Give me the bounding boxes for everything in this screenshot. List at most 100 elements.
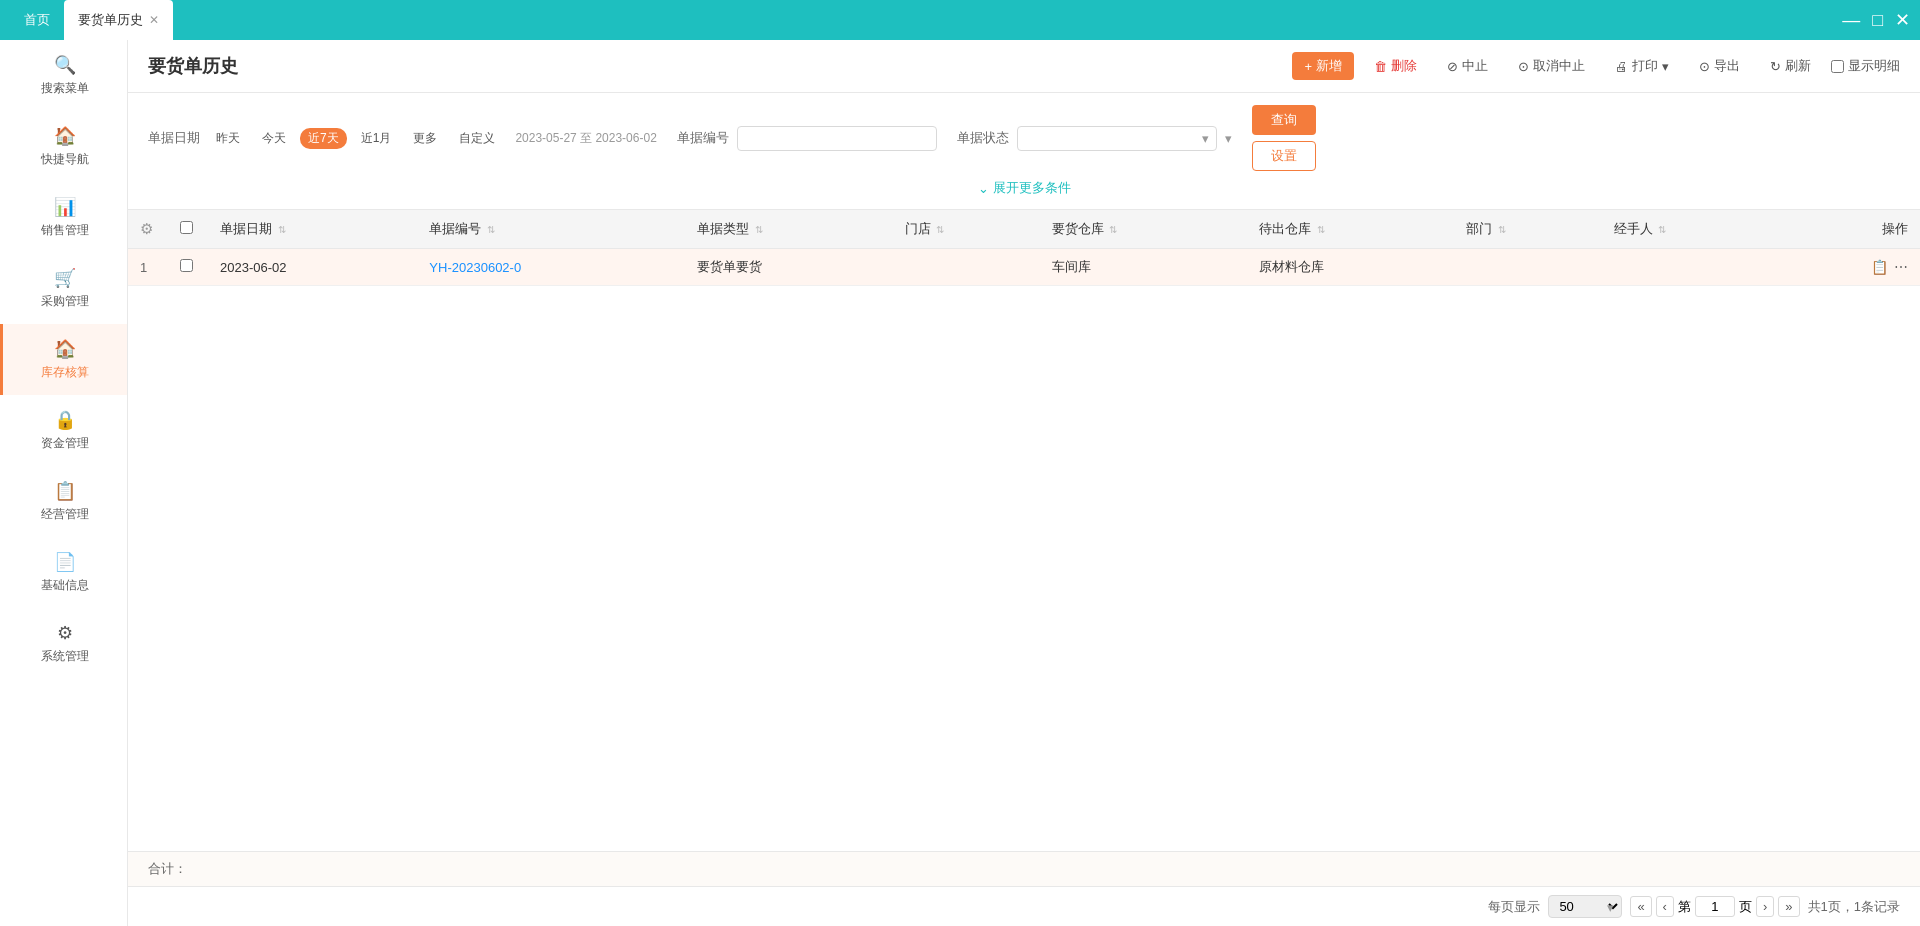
cell-date: 2023-06-02 bbox=[208, 249, 417, 286]
expand-icon: ⌄ bbox=[978, 181, 989, 196]
cell-actions: 📋 ⋯ bbox=[1779, 249, 1920, 286]
shortcut-yesterday[interactable]: 昨天 bbox=[208, 128, 248, 149]
expand-button[interactable]: ⌄ 展开更多条件 bbox=[978, 179, 1071, 197]
top-bar-right: — □ ✕ bbox=[1842, 9, 1910, 31]
print-button[interactable]: 🖨 打印 ▾ bbox=[1605, 52, 1679, 80]
th-date-label: 单据日期 bbox=[220, 221, 272, 236]
per-page-select[interactable]: 20 50 100 200 bbox=[1548, 895, 1622, 918]
th-handler[interactable]: 经手人 ⇅ bbox=[1602, 210, 1779, 249]
sidebar-item-basic-info[interactable]: 📄 基础信息 bbox=[0, 537, 127, 608]
doc-no-link[interactable]: YH-20230602-0 bbox=[429, 260, 521, 275]
refresh-button[interactable]: ↻ 刷新 bbox=[1760, 52, 1821, 80]
status-select-wrapper bbox=[1017, 126, 1217, 151]
summary-label: 合计： bbox=[148, 860, 187, 878]
query-button[interactable]: 查询 bbox=[1252, 105, 1316, 135]
tab-requisition-history[interactable]: 要货单历史 ✕ bbox=[64, 0, 173, 40]
system-icon: ⚙ bbox=[57, 622, 73, 644]
purchase-icon: 🛒 bbox=[54, 267, 76, 289]
th-doc-no[interactable]: 单据编号 ⇅ bbox=[417, 210, 685, 249]
sidebar-label-search-menu: 搜索菜单 bbox=[41, 80, 89, 97]
table-body: 1 2023-06-02 YH-20230602-0 要货单要货 bbox=[128, 249, 1920, 286]
th-settings[interactable]: ⚙ bbox=[128, 210, 168, 249]
th-req-warehouse-label: 要货仓库 bbox=[1052, 221, 1104, 236]
th-doc-type-label: 单据类型 bbox=[697, 221, 749, 236]
sort-pending-warehouse-icon: ⇅ bbox=[1317, 224, 1325, 235]
delete-icon: 🗑 bbox=[1374, 59, 1387, 74]
sidebar-item-inventory-mgmt[interactable]: 🏠 库存核算 bbox=[0, 324, 127, 395]
date-filter-group: 单据日期 昨天 今天 近7天 近1月 更多 自定义 2023-05-27 至 2… bbox=[148, 128, 657, 149]
th-req-warehouse[interactable]: 要货仓库 ⇅ bbox=[1040, 210, 1247, 249]
shortcut-more[interactable]: 更多 bbox=[405, 128, 445, 149]
status-select[interactable] bbox=[1017, 126, 1217, 151]
sort-date-icon: ⇅ bbox=[278, 224, 286, 235]
inventory-icon: 🏠 bbox=[54, 338, 76, 360]
shortcut-1month[interactable]: 近1月 bbox=[353, 128, 400, 149]
sidebar-item-search-menu[interactable]: 🔍 搜索菜单 bbox=[0, 40, 127, 111]
stop-button[interactable]: ⊘ 中止 bbox=[1437, 52, 1498, 80]
sidebar-item-operations-mgmt[interactable]: 📋 经营管理 bbox=[0, 466, 127, 537]
first-page-button[interactable]: « bbox=[1630, 896, 1651, 917]
sidebar-item-sales-mgmt[interactable]: 📊 销售管理 bbox=[0, 182, 127, 253]
print-icon: 🖨 bbox=[1615, 59, 1628, 74]
sidebar-item-quick-nav[interactable]: 🏠 快捷导航 bbox=[0, 111, 127, 182]
next-page-button[interactable]: › bbox=[1756, 896, 1774, 917]
last-page-button[interactable]: » bbox=[1778, 896, 1799, 917]
page-label-first: 第 bbox=[1678, 898, 1691, 916]
sales-icon: 📊 bbox=[54, 196, 76, 218]
sidebar-item-purchase-mgmt[interactable]: 🛒 采购管理 bbox=[0, 253, 127, 324]
shortcut-today[interactable]: 今天 bbox=[254, 128, 294, 149]
setting-button[interactable]: 设置 bbox=[1252, 141, 1316, 171]
cell-num: 1 bbox=[128, 249, 168, 286]
th-doc-no-label: 单据编号 bbox=[429, 221, 481, 236]
th-store[interactable]: 门店 ⇅ bbox=[893, 210, 1040, 249]
th-handler-label: 经手人 bbox=[1614, 221, 1653, 236]
th-pending-warehouse[interactable]: 待出仓库 ⇅ bbox=[1247, 210, 1454, 249]
tab-home[interactable]: 首页 bbox=[10, 0, 64, 40]
edit-icon[interactable]: 📋 bbox=[1871, 259, 1888, 275]
new-button[interactable]: + 新增 bbox=[1292, 52, 1354, 80]
main-layout: 🔍 搜索菜单 🏠 快捷导航 📊 销售管理 🛒 采购管理 🏠 库存核算 🔒 资金管… bbox=[0, 40, 1920, 926]
sidebar-label-operations-mgmt: 经营管理 bbox=[41, 506, 89, 523]
display-detail-checkbox[interactable] bbox=[1831, 60, 1844, 73]
tab-close-icon[interactable]: ✕ bbox=[149, 13, 159, 27]
export-button[interactable]: ⊙ 导出 bbox=[1689, 52, 1750, 80]
sidebar-label-purchase-mgmt: 采购管理 bbox=[41, 293, 89, 310]
action-icons: 📋 ⋯ bbox=[1791, 259, 1908, 275]
more-icon[interactable]: ⋯ bbox=[1894, 259, 1908, 275]
select-all-checkbox[interactable] bbox=[180, 221, 193, 234]
close-window-icon[interactable]: ✕ bbox=[1895, 9, 1910, 31]
filter-actions: 查询 设置 bbox=[1252, 105, 1316, 171]
cell-req-warehouse: 车间库 bbox=[1040, 249, 1247, 286]
sidebar-item-finance-mgmt[interactable]: 🔒 资金管理 bbox=[0, 395, 127, 466]
maximize-icon[interactable]: □ bbox=[1872, 10, 1883, 31]
per-page-select-wrapper: 20 50 100 200 bbox=[1548, 895, 1622, 918]
basic-info-icon: 📄 bbox=[54, 551, 76, 573]
cell-doc-no: YH-20230602-0 bbox=[417, 249, 685, 286]
th-dept[interactable]: 部门 ⇅ bbox=[1454, 210, 1601, 249]
sidebar-item-system-mgmt[interactable]: ⚙ 系统管理 bbox=[0, 608, 127, 679]
doc-no-input[interactable] bbox=[737, 126, 937, 151]
shortcut-custom[interactable]: 自定义 bbox=[451, 128, 503, 149]
sidebar-label-inventory-mgmt: 库存核算 bbox=[41, 364, 89, 381]
operations-icon: 📋 bbox=[54, 480, 76, 502]
cell-checkbox bbox=[168, 249, 208, 286]
shortcut-7days[interactable]: 近7天 bbox=[300, 128, 347, 149]
prev-page-button[interactable]: ‹ bbox=[1656, 896, 1674, 917]
th-checkbox bbox=[168, 210, 208, 249]
display-detail-toggle[interactable]: 显示明细 bbox=[1831, 57, 1900, 75]
delete-button[interactable]: 🗑 删除 bbox=[1364, 52, 1427, 80]
content-area: 要货单历史 + 新增 🗑 删除 ⊘ 中止 ⊙ 取消中止 bbox=[128, 40, 1920, 926]
th-date[interactable]: 单据日期 ⇅ bbox=[208, 210, 417, 249]
page-input[interactable] bbox=[1695, 896, 1735, 917]
status-dropdown-icon: ▾ bbox=[1225, 131, 1232, 146]
minimize-icon[interactable]: — bbox=[1842, 10, 1860, 31]
th-store-label: 门店 bbox=[905, 221, 931, 236]
th-doc-type[interactable]: 单据类型 ⇅ bbox=[685, 210, 892, 249]
settings-icon[interactable]: ⚙ bbox=[140, 220, 153, 237]
row-checkbox[interactable] bbox=[180, 259, 193, 272]
cancel-stop-button[interactable]: ⊙ 取消中止 bbox=[1508, 52, 1595, 80]
total-info: 共1页，1条记录 bbox=[1808, 898, 1900, 916]
sidebar: 🔍 搜索菜单 🏠 快捷导航 📊 销售管理 🛒 采购管理 🏠 库存核算 🔒 资金管… bbox=[0, 40, 128, 926]
date-range-display: 2023-05-27 至 2023-06-02 bbox=[515, 130, 656, 147]
sort-dept-icon: ⇅ bbox=[1498, 224, 1506, 235]
